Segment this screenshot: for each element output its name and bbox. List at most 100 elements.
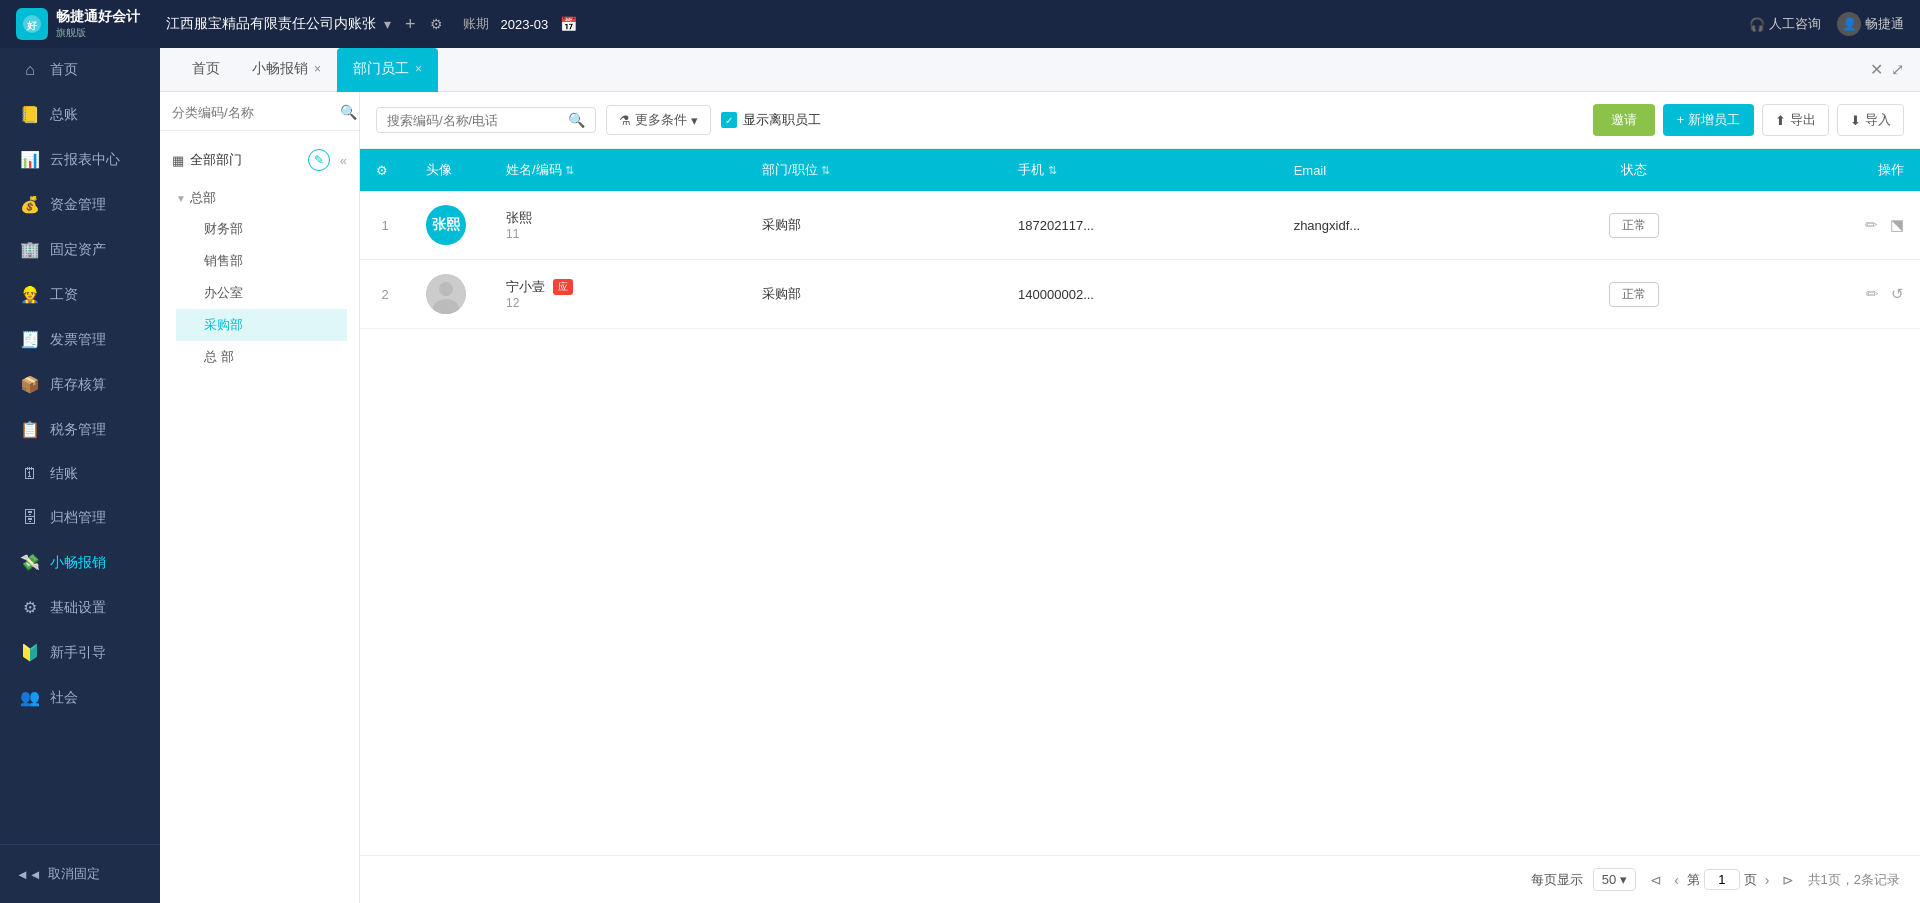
dept-root-label[interactable]: 总部: [190, 189, 216, 207]
dept-item-sales[interactable]: 销售部: [176, 245, 347, 277]
unpin-button[interactable]: ◄◄ 取消固定: [0, 855, 160, 893]
emp-code-2: 12: [506, 296, 730, 310]
sidebar-item-social[interactable]: 👥 社会: [0, 675, 160, 720]
table-row: 1 张熙 张熙 11 采购部: [360, 191, 1920, 260]
sidebar-item-home[interactable]: ⌂ 首页: [0, 48, 160, 92]
per-page-label: 每页显示: [1531, 871, 1583, 889]
th-phone[interactable]: 手机: [1002, 149, 1278, 191]
sidebar-item-label: 社会: [50, 689, 78, 707]
dept-edit-btn[interactable]: ✎: [308, 149, 330, 171]
first-page-btn[interactable]: ⊲: [1646, 870, 1666, 890]
row-actions-1: ✏ ⬔: [1739, 191, 1920, 260]
edit-icon-1[interactable]: ✏: [1865, 216, 1878, 234]
sidebar-bottom: ◄◄ 取消固定: [0, 844, 160, 903]
add-company-icon[interactable]: +: [405, 14, 416, 35]
export-button[interactable]: ⬆ 导出: [1762, 104, 1829, 136]
dept-item-purchase[interactable]: 采购部: [176, 309, 347, 341]
emp-code-1: 11: [506, 227, 730, 241]
sidebar-item-invoice[interactable]: 🧾 发票管理: [0, 317, 160, 362]
dept-item-hq[interactable]: 总 部: [176, 341, 347, 373]
headset-icon: 🎧: [1749, 17, 1765, 32]
row-dept-1: 采购部: [746, 191, 1002, 260]
settings-icon[interactable]: ⚙: [430, 16, 443, 32]
resigned-checkbox[interactable]: ✓: [721, 112, 737, 128]
invoice-icon: 🧾: [20, 330, 40, 349]
table-body: 1 张熙 张熙 11 采购部: [360, 191, 1920, 329]
dept-search-row: 🔍: [160, 104, 359, 131]
row-avatar-2: [410, 260, 490, 329]
row-dept-2: 采购部: [746, 260, 1002, 329]
th-status: 状态: [1529, 149, 1738, 191]
tab-dept-employee[interactable]: 部门员工 ×: [337, 48, 438, 92]
sidebar-item-label: 库存核算: [50, 376, 106, 394]
sidebar-item-assets[interactable]: 🏢 固定资产: [0, 227, 160, 272]
sidebar-item-ledger[interactable]: 📒 总账: [0, 92, 160, 137]
sidebar-item-settings[interactable]: ⚙ 基础设置: [0, 585, 160, 630]
tab-dept-close[interactable]: ×: [415, 62, 422, 76]
social-icon: 👥: [20, 688, 40, 707]
action-btns-1: ✏ ⬔: [1755, 216, 1904, 234]
sidebar-item-inventory[interactable]: 📦 库存核算: [0, 362, 160, 407]
tax-icon: 📋: [20, 420, 40, 439]
th-settings[interactable]: ⚙: [360, 149, 410, 191]
prev-page-btn[interactable]: ‹: [1670, 870, 1683, 890]
dept-collapse-btn[interactable]: «: [340, 153, 347, 168]
calendar-icon[interactable]: 📅: [560, 16, 577, 32]
sidebar-item-label: 归档管理: [50, 509, 106, 527]
payroll-icon: 👷: [20, 285, 40, 304]
svg-point-3: [439, 282, 453, 296]
filter-icon: ⚗: [619, 113, 631, 128]
company-dropdown-icon[interactable]: ▾: [384, 16, 391, 32]
user-btn[interactable]: 👤 畅捷通: [1837, 12, 1904, 36]
sidebar-item-expense[interactable]: 💸 小畅报销: [0, 540, 160, 585]
import-button[interactable]: ⬇ 导入: [1837, 104, 1904, 136]
per-page-select[interactable]: 50 ▾: [1593, 868, 1636, 891]
period-label: 账期: [463, 15, 489, 33]
tab-expense[interactable]: 小畅报销 ×: [236, 48, 337, 92]
th-actions: 操作: [1739, 149, 1920, 191]
tab-expense-close[interactable]: ×: [314, 62, 321, 76]
table-header: ⚙ 头像 姓名/编码 部门/职位: [360, 149, 1920, 191]
invite-button[interactable]: 邀请: [1593, 104, 1655, 136]
dept-all-label[interactable]: 全部部门: [190, 151, 242, 169]
th-name[interactable]: 姓名/编码: [490, 149, 746, 191]
sidebar-item-label: 资金管理: [50, 196, 106, 214]
window-expand-btn[interactable]: ⤢: [1891, 60, 1904, 79]
sidebar-item-close-period[interactable]: 🗓 结账: [0, 452, 160, 496]
add-employee-button[interactable]: + 新增员工: [1663, 104, 1754, 136]
sidebar-item-archive[interactable]: 🗄 归档管理: [0, 496, 160, 540]
row-email-1: zhangxidf...: [1278, 191, 1530, 260]
edit-icon-2[interactable]: ✏: [1866, 285, 1879, 303]
th-dept[interactable]: 部门/职位: [746, 149, 1002, 191]
sidebar-item-label: 固定资产: [50, 241, 106, 259]
filter-btn[interactable]: ⚗ 更多条件 ▾: [606, 105, 711, 135]
support-btn[interactable]: 🎧 人工咨询: [1749, 15, 1821, 33]
dept-item-finance[interactable]: 财务部: [176, 213, 347, 245]
last-page-btn[interactable]: ⊳: [1778, 870, 1798, 890]
emp-search-input[interactable]: [387, 113, 562, 128]
company-selector[interactable]: 江西服宝精品有限责任公司内账张 ▾ + ⚙ 账期 2023-03 📅: [166, 14, 1749, 35]
row-status-2: 正常: [1529, 260, 1738, 329]
sidebar-item-funds[interactable]: 💰 资金管理: [0, 182, 160, 227]
dept-tree: ▦ 全部部门 ✎ « ▼ 总部 财务部 销售部 办公室 采购部: [160, 131, 359, 383]
guide-icon: 🔰: [20, 643, 40, 662]
tab-home[interactable]: 首页: [176, 48, 236, 92]
sidebar-item-payroll[interactable]: 👷 工资: [0, 272, 160, 317]
next-page-btn[interactable]: ›: [1761, 870, 1774, 890]
export-label: 导出: [1790, 111, 1816, 129]
tab-dept-label: 部门员工: [353, 60, 409, 78]
emp-panel: 🔍 ⚗ 更多条件 ▾ ✓ 显示离职员工 邀请 + 新增员工: [360, 92, 1920, 903]
sidebar-item-guide[interactable]: 🔰 新手引导: [0, 630, 160, 675]
dept-item-office[interactable]: 办公室: [176, 277, 347, 309]
sidebar-item-reports[interactable]: 📊 云报表中心: [0, 137, 160, 182]
sidebar-item-tax[interactable]: 📋 税务管理: [0, 407, 160, 452]
window-close-btn[interactable]: ✕: [1870, 60, 1883, 79]
delete-icon-2[interactable]: ↺: [1891, 285, 1904, 303]
svg-text:好: 好: [26, 20, 38, 31]
expand-icon: ▼: [176, 193, 186, 204]
dept-search-input[interactable]: [172, 105, 340, 120]
filter-dropdown-icon: ▾: [691, 113, 698, 128]
page-num-input[interactable]: [1704, 869, 1740, 890]
show-resigned-toggle[interactable]: ✓ 显示离职员工: [721, 111, 821, 129]
logout-icon-1[interactable]: ⬔: [1890, 216, 1904, 234]
